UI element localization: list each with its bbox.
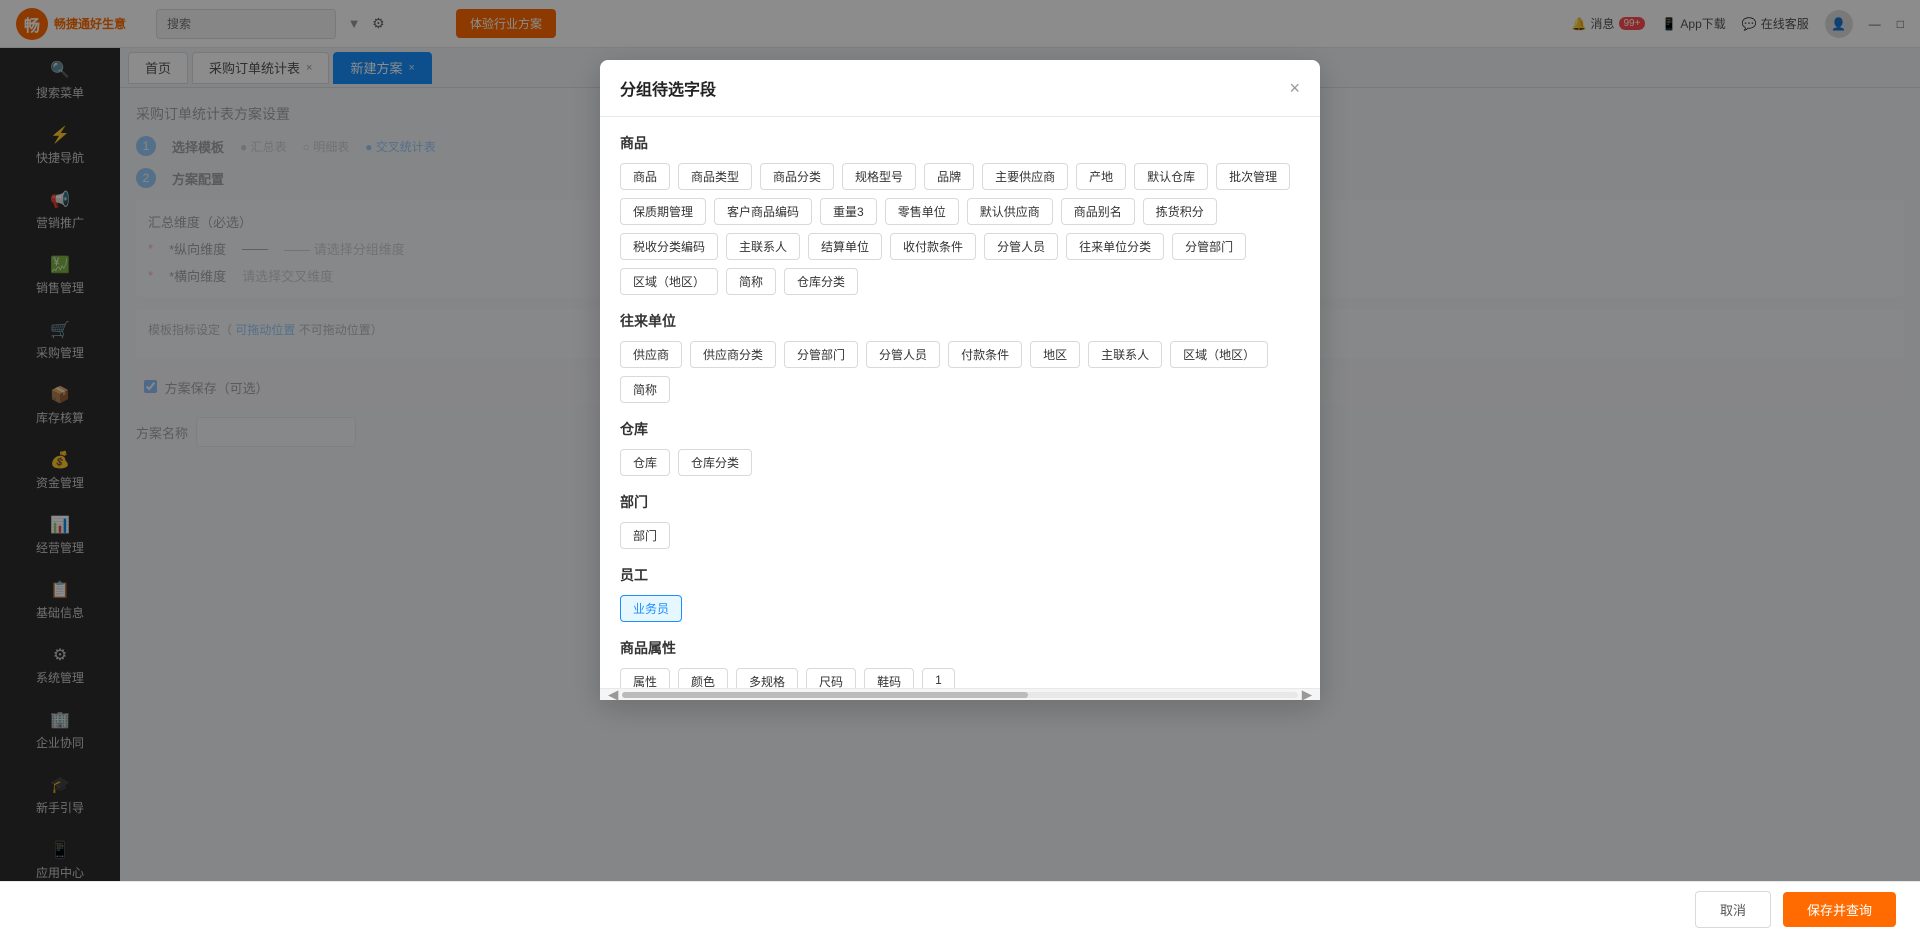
tag-batch-mgmt[interactable]: 批次管理: [1216, 163, 1290, 190]
tag-attr[interactable]: 属性: [620, 668, 670, 688]
cancel-button[interactable]: 取消: [1695, 891, 1771, 928]
tag-warehouse-category[interactable]: 仓库分类: [784, 268, 858, 295]
tag-goods-alias[interactable]: 商品别名: [1061, 198, 1135, 225]
tag-supplier[interactable]: 供应商: [620, 341, 682, 368]
tag-tax-code[interactable]: 税收分类编码: [620, 233, 718, 260]
tag-group-employee: 业务员: [620, 595, 1300, 622]
section-title-department: 部门: [620, 492, 1300, 512]
tag-color[interactable]: 颜色: [678, 668, 728, 688]
scrollbar-track: [622, 692, 1298, 698]
tag-goods-type[interactable]: 商品类型: [678, 163, 752, 190]
tag-quality-mgmt[interactable]: 保质期管理: [620, 198, 706, 225]
section-title-goods-attr: 商品属性: [620, 638, 1300, 658]
tag-main-contact[interactable]: 主联系人: [726, 233, 800, 260]
section-title-warehouse: 仓库: [620, 419, 1300, 439]
tag-wh[interactable]: 仓库: [620, 449, 670, 476]
tag-short-name2[interactable]: 简称: [620, 376, 670, 403]
scroll-left-button[interactable]: ◀: [604, 687, 622, 703]
modal-title: 分组待选字段: [620, 76, 716, 100]
tag-wh-category[interactable]: 仓库分类: [678, 449, 752, 476]
scroll-right-button[interactable]: ▶: [1298, 687, 1316, 703]
tag-weight3[interactable]: 重量3: [820, 198, 877, 225]
modal-body: 商品商品商品类型商品分类规格型号品牌主要供应商产地默认仓库批次管理保质期管理客户…: [600, 117, 1320, 688]
tag-spec-type[interactable]: 规格型号: [842, 163, 916, 190]
modal-dialog: 分组待选字段 × 商品商品商品类型商品分类规格型号品牌主要供应商产地默认仓库批次…: [600, 60, 1320, 700]
modal-scroll-bottom: ◀ ▶: [600, 688, 1320, 700]
modal-overlay: 分组待选字段 × 商品商品商品类型商品分类规格型号品牌主要供应商产地默认仓库批次…: [0, 0, 1920, 937]
tag-group-goods-attr: 属性颜色多规格尺码鞋码 1: [620, 668, 1300, 688]
tag-group-goods: 商品商品类型商品分类规格型号品牌主要供应商产地默认仓库批次管理保质期管理客户商品…: [620, 163, 1300, 295]
tag-supplier-category[interactable]: 供应商分类: [690, 341, 776, 368]
tag-group-counterparty: 供应商供应商分类分管部门分管人员付款条件地区主联系人区域（地区） 简称: [620, 341, 1300, 403]
tag-settlement-unit[interactable]: 结算单位: [808, 233, 882, 260]
tag-one[interactable]: 1: [922, 668, 955, 688]
tag-pick-score[interactable]: 拣货积分: [1143, 198, 1217, 225]
tag-area-region[interactable]: 区域（地区）: [620, 268, 718, 295]
tag-size[interactable]: 尺码: [806, 668, 856, 688]
tag-default-supplier[interactable]: 默认供应商: [967, 198, 1053, 225]
tag-main-supplier[interactable]: 主要供应商: [982, 163, 1068, 190]
tag-multi-spec[interactable]: 多规格: [736, 668, 798, 688]
tag-dept[interactable]: 分管部门: [1172, 233, 1246, 260]
tag-contact[interactable]: 主联系人: [1088, 341, 1162, 368]
tag-goods[interactable]: 商品: [620, 163, 670, 190]
tag-brand[interactable]: 品牌: [924, 163, 974, 190]
tag-mgmt-dept[interactable]: 分管部门: [784, 341, 858, 368]
scrollbar-thumb: [622, 692, 1027, 698]
modal-close-button[interactable]: ×: [1289, 79, 1300, 97]
tag-customer-code[interactable]: 客户商品编码: [714, 198, 812, 225]
tag-area2[interactable]: 区域（地区）: [1170, 341, 1268, 368]
tag-dept2[interactable]: 部门: [620, 522, 670, 549]
tag-retail-unit[interactable]: 零售单位: [885, 198, 959, 225]
section-title-counterparty: 往来单位: [620, 311, 1300, 331]
tag-salesperson[interactable]: 业务员: [620, 595, 682, 622]
tag-shoe-size[interactable]: 鞋码: [864, 668, 914, 688]
tag-payment-cond[interactable]: 付款条件: [948, 341, 1022, 368]
tag-group-department: 部门: [620, 522, 1300, 549]
tag-group-warehouse: 仓库仓库分类: [620, 449, 1300, 476]
tag-manager[interactable]: 分管人员: [984, 233, 1058, 260]
tag-goods-category[interactable]: 商品分类: [760, 163, 834, 190]
tag-unit-category[interactable]: 往来单位分类: [1066, 233, 1164, 260]
section-title-goods: 商品: [620, 133, 1300, 153]
footer-bar: 取消 保存并查询: [0, 881, 1920, 937]
tag-payment-terms[interactable]: 收付款条件: [890, 233, 976, 260]
section-title-employee: 员工: [620, 565, 1300, 585]
tag-default-warehouse[interactable]: 默认仓库: [1134, 163, 1208, 190]
save-button[interactable]: 保存并查询: [1783, 892, 1896, 927]
tag-region[interactable]: 地区: [1030, 341, 1080, 368]
tag-origin[interactable]: 产地: [1076, 163, 1126, 190]
tag-short-name[interactable]: 简称: [726, 268, 776, 295]
modal-header: 分组待选字段 ×: [600, 60, 1320, 117]
tag-mgmt-person[interactable]: 分管人员: [866, 341, 940, 368]
